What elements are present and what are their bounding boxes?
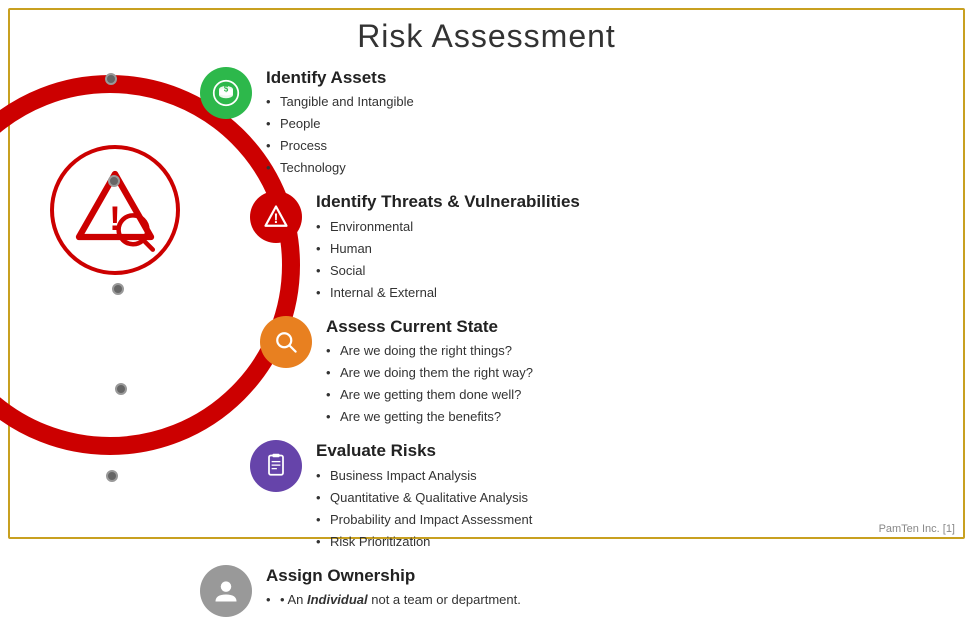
bullet-item: Are we getting the benefits? bbox=[326, 406, 556, 428]
step-2-bullets: Environmental Human Social Internal & Ex… bbox=[316, 214, 580, 304]
bullet-item: People bbox=[266, 113, 496, 135]
bullet-item: Human bbox=[316, 238, 580, 260]
dot-2 bbox=[108, 175, 120, 187]
bullet-item: Business Impact Analysis bbox=[316, 465, 546, 487]
credit-text: PamTen Inc. [1] bbox=[879, 523, 955, 535]
step-evaluate-risks: Evaluate Risks Business Impact Analysis … bbox=[250, 438, 953, 552]
bullet-item: Are we doing them the right way? bbox=[326, 362, 556, 384]
icon-identify-assets: $ bbox=[200, 67, 252, 119]
step-4-content: Evaluate Risks Business Impact Analysis … bbox=[316, 438, 546, 552]
bullet-item: Process bbox=[266, 135, 496, 157]
dot-4 bbox=[115, 383, 127, 395]
icon-assign-ownership bbox=[200, 565, 252, 617]
dot-5 bbox=[106, 470, 118, 482]
step-assign-ownership: Assign Ownership • An Individual not a t… bbox=[200, 563, 953, 617]
steps-container: $ Identify Assets Tangible and Intangibl… bbox=[200, 65, 953, 517]
bullet-item: Are we getting them done well? bbox=[326, 384, 556, 406]
step-identify-assets: $ Identify Assets Tangible and Intangibl… bbox=[200, 65, 953, 179]
bullet-item: • An Individual not a team or department… bbox=[266, 589, 521, 611]
bullet-item: Risk Prioritization bbox=[316, 531, 546, 553]
step-3-bullets: Are we doing the right things? Are we do… bbox=[326, 338, 556, 428]
step-4-bullets: Business Impact Analysis Quantitative & … bbox=[316, 463, 546, 553]
step-1-bullets: Tangible and Intangible People Process T… bbox=[266, 89, 496, 179]
dot-3 bbox=[112, 283, 124, 295]
icon-assess-current bbox=[260, 316, 312, 368]
bullet-item: Are we doing the right things? bbox=[326, 340, 556, 362]
individual-text: Individual bbox=[307, 592, 368, 607]
bullet-item: Quantitative & Qualitative Analysis bbox=[316, 487, 546, 509]
step-1-label: Identify Assets bbox=[266, 65, 496, 89]
icon-evaluate-risks bbox=[250, 440, 302, 492]
bullet-item: Social bbox=[316, 260, 580, 282]
center-warning-icon: ! bbox=[50, 145, 180, 275]
step-2-content: Identify Threats & Vulnerabilities Envir… bbox=[316, 189, 580, 303]
svg-text:!: ! bbox=[274, 211, 279, 227]
step-5-content: Assign Ownership • An Individual not a t… bbox=[266, 563, 521, 611]
bullet-item: Tangible and Intangible bbox=[266, 91, 496, 113]
step-5-label: Assign Ownership bbox=[266, 563, 521, 587]
step-3-content: Assess Current State Are we doing the ri… bbox=[326, 314, 556, 428]
bullet-item: Technology bbox=[266, 157, 496, 179]
bullet-item: Internal & External bbox=[316, 282, 580, 304]
svg-text:$: $ bbox=[224, 84, 229, 93]
step-1-content: Identify Assets Tangible and Intangible … bbox=[266, 65, 496, 179]
bullet-item: Probability and Impact Assessment bbox=[316, 509, 546, 531]
step-4-label: Evaluate Risks bbox=[316, 438, 546, 462]
step-identify-threats: ! Identify Threats & Vulnerabilities Env… bbox=[250, 189, 953, 303]
step-3-label: Assess Current State bbox=[326, 314, 556, 338]
icon-identify-threats: ! bbox=[250, 191, 302, 243]
step-2-label: Identify Threats & Vulnerabilities bbox=[316, 189, 580, 213]
step-assess-current: Assess Current State Are we doing the ri… bbox=[260, 314, 953, 428]
bullet-item: Environmental bbox=[316, 216, 580, 238]
main-content: ! $ Identif bbox=[0, 65, 973, 547]
step-5-bullets: • An Individual not a team or department… bbox=[266, 587, 521, 611]
dot-1 bbox=[105, 73, 117, 85]
